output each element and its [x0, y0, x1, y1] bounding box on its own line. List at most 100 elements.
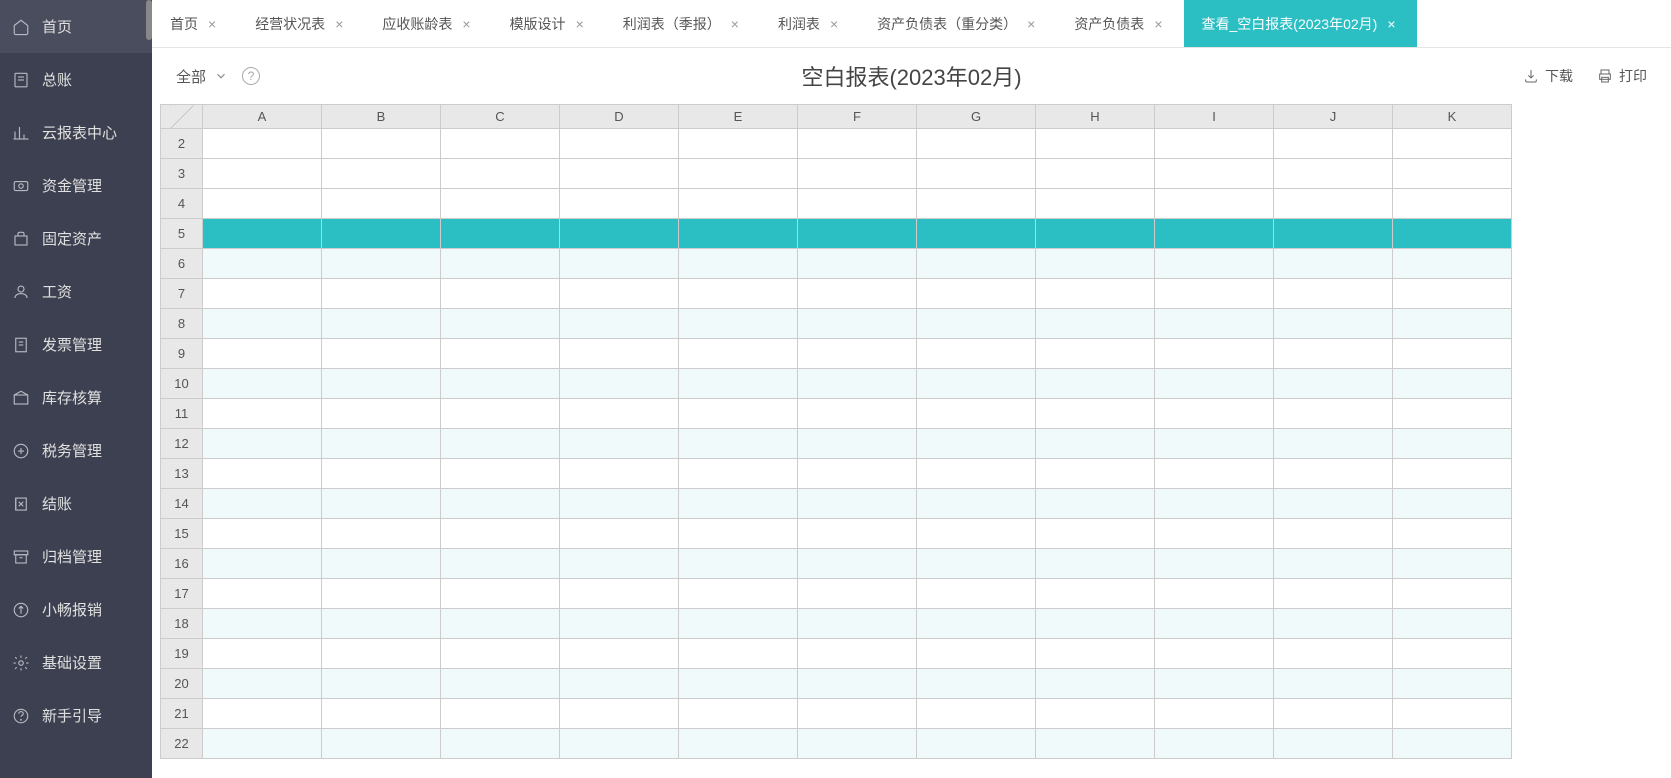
cell[interactable] [798, 429, 917, 459]
cell[interactable] [441, 699, 560, 729]
row-header[interactable]: 16 [161, 549, 203, 579]
col-header[interactable]: D [560, 105, 679, 129]
cell[interactable] [322, 639, 441, 669]
sidebar-item-settings[interactable]: 基础设置 [0, 636, 152, 689]
cell[interactable] [917, 399, 1036, 429]
cell[interactable] [560, 399, 679, 429]
cell[interactable] [798, 609, 917, 639]
cell[interactable] [1274, 489, 1393, 519]
cell[interactable] [1393, 219, 1512, 249]
cell[interactable] [560, 519, 679, 549]
sidebar-item-ledger[interactable]: 总账 [0, 53, 152, 106]
cell[interactable] [798, 399, 917, 429]
row-header[interactable]: 6 [161, 249, 203, 279]
cell[interactable] [441, 489, 560, 519]
col-header[interactable]: I [1155, 105, 1274, 129]
cell[interactable] [322, 609, 441, 639]
cell[interactable] [441, 339, 560, 369]
cell[interactable] [679, 519, 798, 549]
cell[interactable] [441, 549, 560, 579]
cell[interactable] [203, 129, 322, 159]
cell[interactable] [679, 489, 798, 519]
cell[interactable] [1036, 369, 1155, 399]
cell[interactable] [560, 249, 679, 279]
row-header[interactable]: 15 [161, 519, 203, 549]
cell[interactable] [203, 699, 322, 729]
row-header[interactable]: 10 [161, 369, 203, 399]
tab[interactable]: 资产负债表× [1056, 0, 1183, 47]
row-header[interactable]: 4 [161, 189, 203, 219]
cell[interactable] [679, 189, 798, 219]
row-header[interactable]: 13 [161, 459, 203, 489]
cell[interactable] [203, 519, 322, 549]
cell[interactable] [1274, 579, 1393, 609]
col-header[interactable]: K [1393, 105, 1512, 129]
row-header[interactable]: 3 [161, 159, 203, 189]
cell[interactable] [203, 669, 322, 699]
sidebar-item-asset[interactable]: 固定资产 [0, 212, 152, 265]
cell[interactable] [1036, 489, 1155, 519]
cell[interactable] [322, 489, 441, 519]
cell[interactable] [1274, 279, 1393, 309]
cell[interactable] [322, 189, 441, 219]
cell[interactable] [798, 639, 917, 669]
cell[interactable] [917, 609, 1036, 639]
help-icon[interactable]: ? [242, 67, 260, 85]
cell[interactable] [441, 129, 560, 159]
cell[interactable] [1155, 369, 1274, 399]
tab[interactable]: 经营状况表× [237, 0, 364, 47]
cell[interactable] [322, 339, 441, 369]
cell[interactable] [1036, 639, 1155, 669]
cell[interactable] [441, 429, 560, 459]
cell[interactable] [1155, 129, 1274, 159]
cell[interactable] [560, 549, 679, 579]
close-icon[interactable]: × [333, 14, 345, 34]
cell[interactable] [560, 129, 679, 159]
cell[interactable] [1274, 459, 1393, 489]
sidebar-scrollbar[interactable] [146, 0, 152, 40]
close-icon[interactable]: × [574, 14, 586, 34]
cell[interactable] [679, 219, 798, 249]
cell[interactable] [560, 459, 679, 489]
cell[interactable] [1155, 669, 1274, 699]
cell[interactable] [1393, 339, 1512, 369]
sidebar-item-invoice[interactable]: 发票管理 [0, 318, 152, 371]
cell[interactable] [1036, 309, 1155, 339]
cell[interactable] [1393, 279, 1512, 309]
cell[interactable] [1274, 699, 1393, 729]
cell[interactable] [560, 369, 679, 399]
download-button[interactable]: 下载 [1523, 66, 1573, 86]
col-header[interactable]: J [1274, 105, 1393, 129]
cell[interactable] [679, 669, 798, 699]
cell[interactable] [1155, 579, 1274, 609]
cell[interactable] [1393, 189, 1512, 219]
col-header[interactable]: E [679, 105, 798, 129]
cell[interactable] [798, 459, 917, 489]
cell[interactable] [322, 279, 441, 309]
cell[interactable] [441, 399, 560, 429]
cell[interactable] [322, 129, 441, 159]
cell[interactable] [1036, 129, 1155, 159]
cell[interactable] [203, 279, 322, 309]
cell[interactable] [1274, 639, 1393, 669]
cell[interactable] [441, 159, 560, 189]
cell[interactable] [1393, 309, 1512, 339]
cell[interactable] [679, 339, 798, 369]
cell[interactable] [917, 279, 1036, 309]
cell[interactable] [1274, 189, 1393, 219]
cell[interactable] [203, 399, 322, 429]
cell[interactable] [917, 729, 1036, 759]
tab[interactable]: 查看_空白报表(2023年02月)× [1184, 0, 1417, 47]
cell[interactable] [798, 219, 917, 249]
cell[interactable] [798, 129, 917, 159]
cell[interactable] [1036, 399, 1155, 429]
cell[interactable] [322, 369, 441, 399]
row-header[interactable]: 22 [161, 729, 203, 759]
row-header[interactable]: 8 [161, 309, 203, 339]
cell[interactable] [917, 219, 1036, 249]
cell[interactable] [1155, 489, 1274, 519]
cell[interactable] [1274, 129, 1393, 159]
cell[interactable] [1274, 399, 1393, 429]
close-icon[interactable]: × [1385, 14, 1397, 34]
sidebar-item-home[interactable]: 首页 [0, 0, 152, 53]
